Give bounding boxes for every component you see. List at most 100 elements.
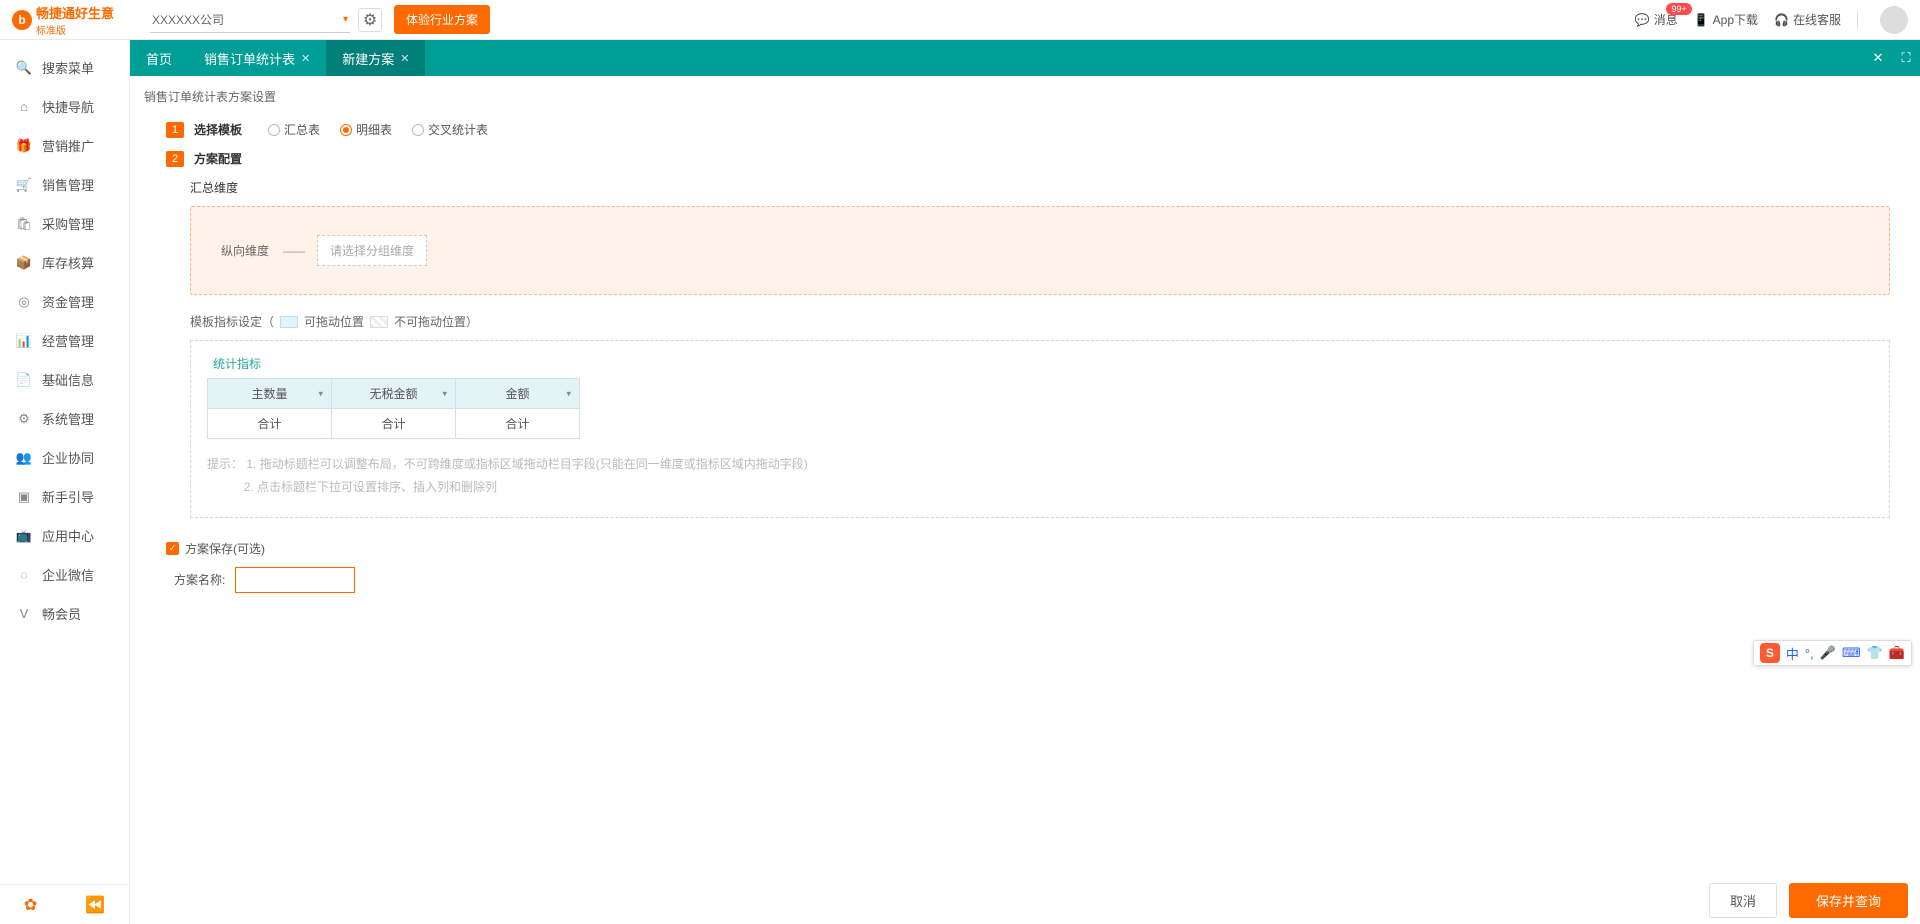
radio-cross[interactable]: 交叉统计表 xyxy=(412,121,488,138)
ime-toolbox-icon[interactable]: 🧰 xyxy=(1889,645,1905,661)
chevron-down-icon: ▾ xyxy=(318,388,323,399)
sidebar-item-label: 库存核算 xyxy=(42,253,94,272)
close-icon[interactable]: ✕ xyxy=(301,52,310,65)
step-1-badge: 1 xyxy=(166,122,184,138)
radio-detail[interactable]: 明细表 xyxy=(340,121,392,138)
sidebar-item-marketing[interactable]: 🎁 营销推广 xyxy=(0,126,129,165)
ime-toolbar[interactable]: S 中 °, 🎤 ⌨ 👕 🧰 xyxy=(1753,640,1912,666)
page-title: 销售订单统计表方案设置 xyxy=(144,88,1890,105)
cog-icon: ⚙ xyxy=(16,411,32,427)
ime-logo-icon: S xyxy=(1760,643,1780,663)
hint-1: 1. 拖动标题栏可以调整布局，不可跨维度或指标区域拖动栏目字段(只能在同一维度或… xyxy=(246,457,807,471)
ime-punct-icon[interactable]: °, xyxy=(1805,646,1814,661)
sidebar-item-label: 新手引导 xyxy=(42,487,94,506)
sidebar-item-label: 营销推广 xyxy=(42,136,94,155)
close-all-tabs-button[interactable]: ✕ xyxy=(1864,40,1892,76)
box-icon: 📦 xyxy=(16,255,32,271)
radio-icon xyxy=(340,124,352,136)
legend-not-draggable: 不可拖动位置） xyxy=(394,313,478,330)
tab-label: 销售订单统计表 xyxy=(204,49,295,68)
tv-icon: 📺 xyxy=(16,528,32,544)
scheme-name-row: 方案名称: xyxy=(174,567,1890,593)
sidebar-nav: 🔍搜索菜单 ⌂快捷导航 🎁 营销推广 🛒销售管理 🛍采购管理 📦 库存核算 ◎资金管… xyxy=(0,40,129,884)
experience-industry-button[interactable]: 体验行业方案 xyxy=(394,5,490,34)
save-and-query-button[interactable]: 保存并查询 xyxy=(1789,883,1908,918)
dash-icon: —— xyxy=(283,244,303,258)
coin-icon: ◎ xyxy=(16,294,32,310)
ime-lang[interactable]: 中 xyxy=(1786,644,1799,663)
sidebar-item-sales[interactable]: 🛒销售管理 xyxy=(0,165,129,204)
group-dimension-selector[interactable]: 请选择分组维度 xyxy=(317,235,427,266)
top-header: b 畅捷通好生意 标准版 XXXXXX公司 ▾ ⚙ 体验行业方案 💬 消息 99… xyxy=(0,0,1920,40)
tab-label: 新建方案 xyxy=(342,49,394,68)
cell-total: 合计 xyxy=(456,409,580,439)
sidebar-item-system[interactable]: ⚙系统管理 xyxy=(0,399,129,438)
indicator-table: 主数量▾ 无税金额▾ 金额▾ 合计 合计 合计 xyxy=(207,378,580,439)
cell-total: 合计 xyxy=(332,409,456,439)
radio-summary[interactable]: 汇总表 xyxy=(268,121,320,138)
gear-icon: ⚙ xyxy=(363,10,377,30)
home-icon: ⌂ xyxy=(16,99,32,115)
app-download-button[interactable]: 📱 App下载 xyxy=(1694,11,1758,28)
stat-indicator-label: 统计指标 xyxy=(213,355,1873,372)
template-radio-group: 汇总表 明细表 交叉统计表 xyxy=(268,121,488,138)
legend-draggable: 可拖动位置 xyxy=(304,313,364,330)
close-icon[interactable]: ✕ xyxy=(400,52,409,65)
col-header-amount[interactable]: 金额 ▾ xyxy=(456,379,580,409)
sidebar-item-wechat[interactable]: ◌企业微信 xyxy=(0,555,129,594)
col-label: 主数量 xyxy=(251,387,287,401)
header-right: 💬 消息 99+ 📱 App下载 🎧 在线客服 xyxy=(1635,6,1908,34)
chat-icon: 💬 xyxy=(1635,13,1650,27)
indicator-panel: 统计指标 主数量▾ 无税金额▾ 金额▾ 合计 合计 合计 xyxy=(190,340,1890,518)
sidebar-item-inventory[interactable]: 📦 库存核算 xyxy=(0,243,129,282)
sidebar-item-collab[interactable]: 👥企业协同 xyxy=(0,438,129,477)
company-name: XXXXXX公司 xyxy=(152,11,224,28)
sidebar-item-search[interactable]: 🔍搜索菜单 xyxy=(0,48,129,87)
ime-skin-icon[interactable]: 👕 xyxy=(1867,645,1883,661)
sidebar-item-quicknav[interactable]: ⌂快捷导航 xyxy=(0,87,129,126)
user-avatar[interactable] xyxy=(1880,6,1908,34)
sidebar-settings-icon[interactable]: ✿ xyxy=(24,895,37,915)
company-selector[interactable]: XXXXXX公司 ▾ xyxy=(150,7,350,33)
doc-icon: 📄 xyxy=(16,372,32,388)
radio-label: 明细表 xyxy=(356,121,392,138)
messages-button[interactable]: 💬 消息 99+ xyxy=(1635,11,1678,28)
sidebar-item-finance[interactable]: ◎资金管理 xyxy=(0,282,129,321)
online-service-button[interactable]: 🎧 在线客服 xyxy=(1774,11,1841,28)
sidebar-item-appcenter[interactable]: 📺应用中心 xyxy=(0,516,129,555)
indicator-legend: 模板指标设定（ 可拖动位置 不可拖动位置） xyxy=(190,313,1890,330)
play-icon: ▣ xyxy=(16,489,32,505)
col-label: 金额 xyxy=(505,387,529,401)
save-checkbox[interactable]: ✓ xyxy=(166,542,179,555)
sidebar-item-label: 采购管理 xyxy=(42,214,94,233)
messages-badge: 99+ xyxy=(1666,3,1691,15)
tab-home[interactable]: 首页 xyxy=(130,40,188,76)
app-download-label: App下载 xyxy=(1713,11,1758,28)
sidebar-item-guide[interactable]: ▣ 新手引导 xyxy=(0,477,129,516)
sidebar-item-purchase[interactable]: 🛍采购管理 xyxy=(0,204,129,243)
sidebar-item-operation[interactable]: 📊经营管理 xyxy=(0,321,129,360)
vertical-dim-label: 纵向维度 xyxy=(221,242,269,259)
tab-sales-order-stats[interactable]: 销售订单统计表 ✕ xyxy=(188,40,326,76)
col-header-qty[interactable]: 主数量 ▾ xyxy=(208,379,332,409)
cancel-button[interactable]: 取消 xyxy=(1709,883,1777,918)
fullscreen-button[interactable]: ⛶ xyxy=(1892,40,1920,76)
legend-prefix: 模板指标设定（ xyxy=(190,313,274,330)
settings-gear-button[interactable]: ⚙ xyxy=(358,8,382,32)
ime-mic-icon[interactable]: 🎤 xyxy=(1820,645,1836,661)
col-header-notax[interactable]: 无税金额▾ xyxy=(332,379,456,409)
radio-label: 交叉统计表 xyxy=(428,121,488,138)
gift-icon: 🎁 xyxy=(16,138,32,154)
sidebar-collapse-icon[interactable]: ⏪ xyxy=(85,895,105,915)
hint-2: 2. 点击标题栏下拉可设置排序、插入列和删除列 xyxy=(244,480,497,494)
tabs-bar: 首页 销售订单统计表 ✕ 新建方案 ✕ ✕ ⛶ xyxy=(130,40,1920,76)
main: 首页 销售订单统计表✕ 新建方案✕ ✕ ⛶ 销售订单统计表方案设置 1 选择模板… xyxy=(130,40,1920,924)
ime-keyboard-icon[interactable]: ⌨ xyxy=(1842,645,1861,661)
scheme-name-input[interactable] xyxy=(235,567,355,593)
sidebar-item-basic[interactable]: 📄基础信息 xyxy=(0,360,129,399)
sidebar-bottom: ✿ ⏪ xyxy=(0,884,129,924)
sidebar-item-member[interactable]: V畅会员 xyxy=(0,594,129,633)
chevron-down-icon: ▾ xyxy=(566,388,571,399)
hints-label: 提示： xyxy=(207,457,243,471)
tab-new-scheme[interactable]: 新建方案 ✕ xyxy=(326,40,425,76)
